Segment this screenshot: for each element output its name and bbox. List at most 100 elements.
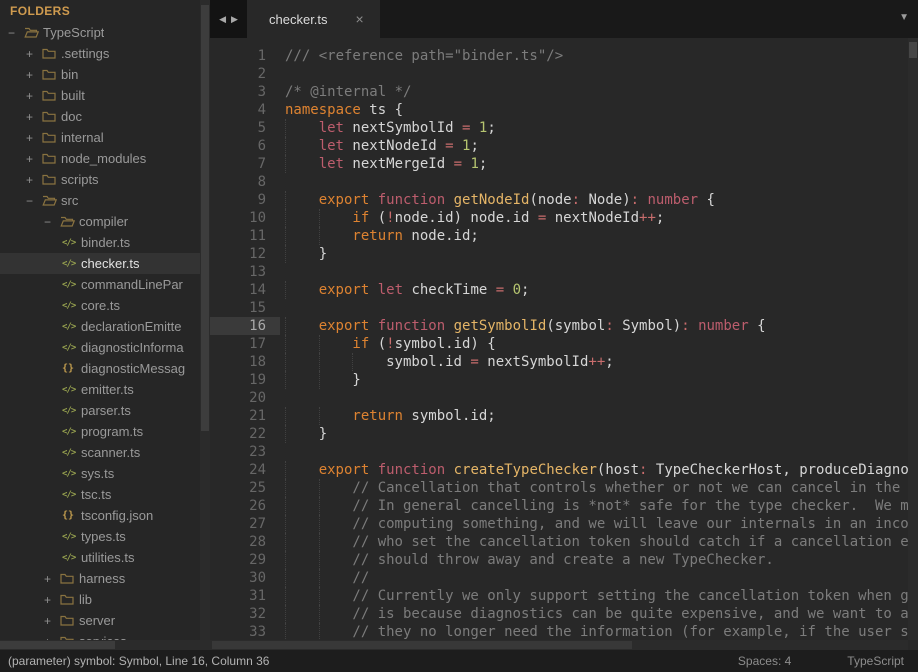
sidebar-item-src[interactable]: − src <box>0 190 200 211</box>
expand-icon[interactable]: + <box>44 572 60 586</box>
expand-icon[interactable]: + <box>44 614 60 628</box>
sidebar-item-harness[interactable]: + harness <box>0 568 200 589</box>
code-text[interactable] <box>280 65 908 83</box>
expand-icon[interactable]: + <box>26 152 42 166</box>
code-text[interactable]: let nextMergeId = 1; <box>280 155 908 173</box>
expand-icon[interactable]: + <box>44 593 60 607</box>
code-text[interactable]: if (!node.id) node.id = nextNodeId++; <box>280 209 908 227</box>
collapse-icon[interactable]: − <box>44 215 60 229</box>
code-text[interactable]: return symbol.id; <box>280 407 908 425</box>
code-text[interactable]: // they no longer need the information (… <box>280 623 908 641</box>
code-text[interactable]: /// <reference path="binder.ts"/> <box>280 47 908 65</box>
code-text[interactable]: symbol.id = nextSymbolId++; <box>280 353 908 371</box>
status-syntax[interactable]: TypeScript <box>847 654 904 668</box>
code-token: (node <box>529 192 572 208</box>
code-text[interactable]: namespace ts { <box>280 101 908 119</box>
code-text[interactable]: let nextSymbolId = 1; <box>280 119 908 137</box>
code-text[interactable]: /* @internal */ <box>280 83 908 101</box>
code-line: 29 // should throw away and create a new … <box>210 551 908 569</box>
sidebar-item-built[interactable]: + built <box>0 85 200 106</box>
expand-icon[interactable]: + <box>26 110 42 124</box>
sidebar-item-scripts[interactable]: + scripts <box>0 169 200 190</box>
sidebar-item-scanner-ts[interactable]: </> scanner.ts <box>0 442 200 463</box>
sidebar-item-diagnosticinforma[interactable]: </> diagnosticInforma <box>0 337 200 358</box>
code-token: nextNodeId <box>344 138 446 154</box>
sidebar-item-diagnosticmessag[interactable]: {} diagnosticMessag <box>0 358 200 379</box>
editor-vertical-scrollbar-thumb[interactable] <box>909 42 917 58</box>
code-text[interactable] <box>280 443 908 461</box>
code-text[interactable]: export function getSymbolId(symbol: Symb… <box>280 317 908 335</box>
tab-overflow-icon[interactable]: ▼ <box>899 0 909 34</box>
code-text[interactable] <box>280 173 908 191</box>
status-indent[interactable]: Spaces: 4 <box>738 654 791 668</box>
sidebar-item-sys-ts[interactable]: </> sys.ts <box>0 463 200 484</box>
code-text[interactable]: if (!symbol.id) { <box>280 335 908 353</box>
sidebar-item-tsc-ts[interactable]: </> tsc.ts <box>0 484 200 505</box>
sidebar-item-tsconfig-json[interactable]: {} tsconfig.json <box>0 505 200 526</box>
code-text[interactable] <box>280 263 908 281</box>
expand-icon[interactable]: + <box>26 131 42 145</box>
code-text[interactable]: } <box>280 371 908 389</box>
sidebar-item-program-ts[interactable]: </> program.ts <box>0 421 200 442</box>
close-icon[interactable]: × <box>356 12 364 26</box>
expand-icon[interactable]: + <box>26 173 42 187</box>
sidebar-horizontal-scrollbar-thumb[interactable] <box>0 641 115 649</box>
sidebar-item-commandlinepar[interactable]: </> commandLinePar <box>0 274 200 295</box>
folder-icon <box>60 594 79 605</box>
code-text[interactable] <box>280 299 908 317</box>
code-text[interactable]: return node.id; <box>280 227 908 245</box>
code-text[interactable]: // In general cancelling is *not* safe f… <box>280 497 908 515</box>
sidebar-item-settings[interactable]: + .settings <box>0 43 200 64</box>
expand-icon[interactable]: + <box>26 68 42 82</box>
sidebar-item-checker-ts[interactable]: </> checker.ts <box>0 253 200 274</box>
code-text[interactable]: // should throw away and create a new Ty… <box>280 551 908 569</box>
expand-icon[interactable]: + <box>26 47 42 61</box>
sidebar-item-typescript[interactable]: − TypeScript <box>0 22 200 43</box>
code-text[interactable] <box>280 389 908 407</box>
code-text[interactable]: } <box>280 245 908 263</box>
sidebar-item-declarationemitte[interactable]: </> declarationEmitte <box>0 316 200 337</box>
code-text[interactable]: // <box>280 569 908 587</box>
code-text[interactable]: export let checkTime = 0; <box>280 281 908 299</box>
collapse-icon[interactable]: − <box>26 194 42 208</box>
code-token: TypeCheckerHost, produceDiagnos <box>647 462 908 478</box>
sidebar-item-emitter-ts[interactable]: </> emitter.ts <box>0 379 200 400</box>
editor-horizontal-scrollbar-thumb[interactable] <box>212 641 632 649</box>
sidebar-item-core-ts[interactable]: </> core.ts <box>0 295 200 316</box>
typescript-file-icon: </> <box>62 426 76 437</box>
sidebar-item-bin[interactable]: + bin <box>0 64 200 85</box>
tab-checker-ts[interactable]: checker.ts × <box>247 0 380 38</box>
sidebar-item-utilities-ts[interactable]: </> utilities.ts <box>0 547 200 568</box>
code-line: 28 // who set the cancellation token shou… <box>210 533 908 551</box>
sidebar-item-server[interactable]: + server <box>0 610 200 631</box>
code-editor[interactable]: 1/// <reference path="binder.ts"/> 2 3/* @… <box>210 38 908 649</box>
sidebar-item-internal[interactable]: + internal <box>0 127 200 148</box>
code-token: = <box>445 138 454 154</box>
sidebar-item-parser-ts[interactable]: </> parser.ts <box>0 400 200 421</box>
tab-forward-icon[interactable]: ▶ <box>231 14 238 25</box>
sidebar-item-compiler[interactable]: − compiler <box>0 211 200 232</box>
collapse-icon[interactable]: − <box>8 26 24 40</box>
sidebar-item-label: sys.ts <box>81 466 115 481</box>
sidebar-item-doc[interactable]: + doc <box>0 106 200 127</box>
sidebar-item-lib[interactable]: + lib <box>0 589 200 610</box>
code-line: 13 <box>210 263 908 281</box>
code-text[interactable]: export function createTypeChecker(host: … <box>280 461 908 479</box>
code-text[interactable]: // Cancellation that controls whether or… <box>280 479 908 497</box>
tab-back-icon[interactable]: ◀ <box>219 14 226 25</box>
expand-icon[interactable]: + <box>26 89 42 103</box>
code-text[interactable]: export function getNodeId(node: Node): n… <box>280 191 908 209</box>
sidebar-item-node-modules[interactable]: + node_modules <box>0 148 200 169</box>
code-text[interactable]: // Currently we only support setting the… <box>280 587 908 605</box>
sidebar-item-types-ts[interactable]: </> types.ts <box>0 526 200 547</box>
sidebar-item-binder-ts[interactable]: </> binder.ts <box>0 232 200 253</box>
code-text[interactable]: // computing something, and we will leav… <box>280 515 908 533</box>
code-line: 30 // <box>210 569 908 587</box>
code-text[interactable]: } <box>280 425 908 443</box>
code-text[interactable]: let nextNodeId = 1; <box>280 137 908 155</box>
code-text[interactable]: // who set the cancellation token should… <box>280 533 908 551</box>
sidebar-vertical-scrollbar-thumb[interactable] <box>201 5 209 431</box>
code-text[interactable]: // is because diagnostics can be quite e… <box>280 605 908 623</box>
